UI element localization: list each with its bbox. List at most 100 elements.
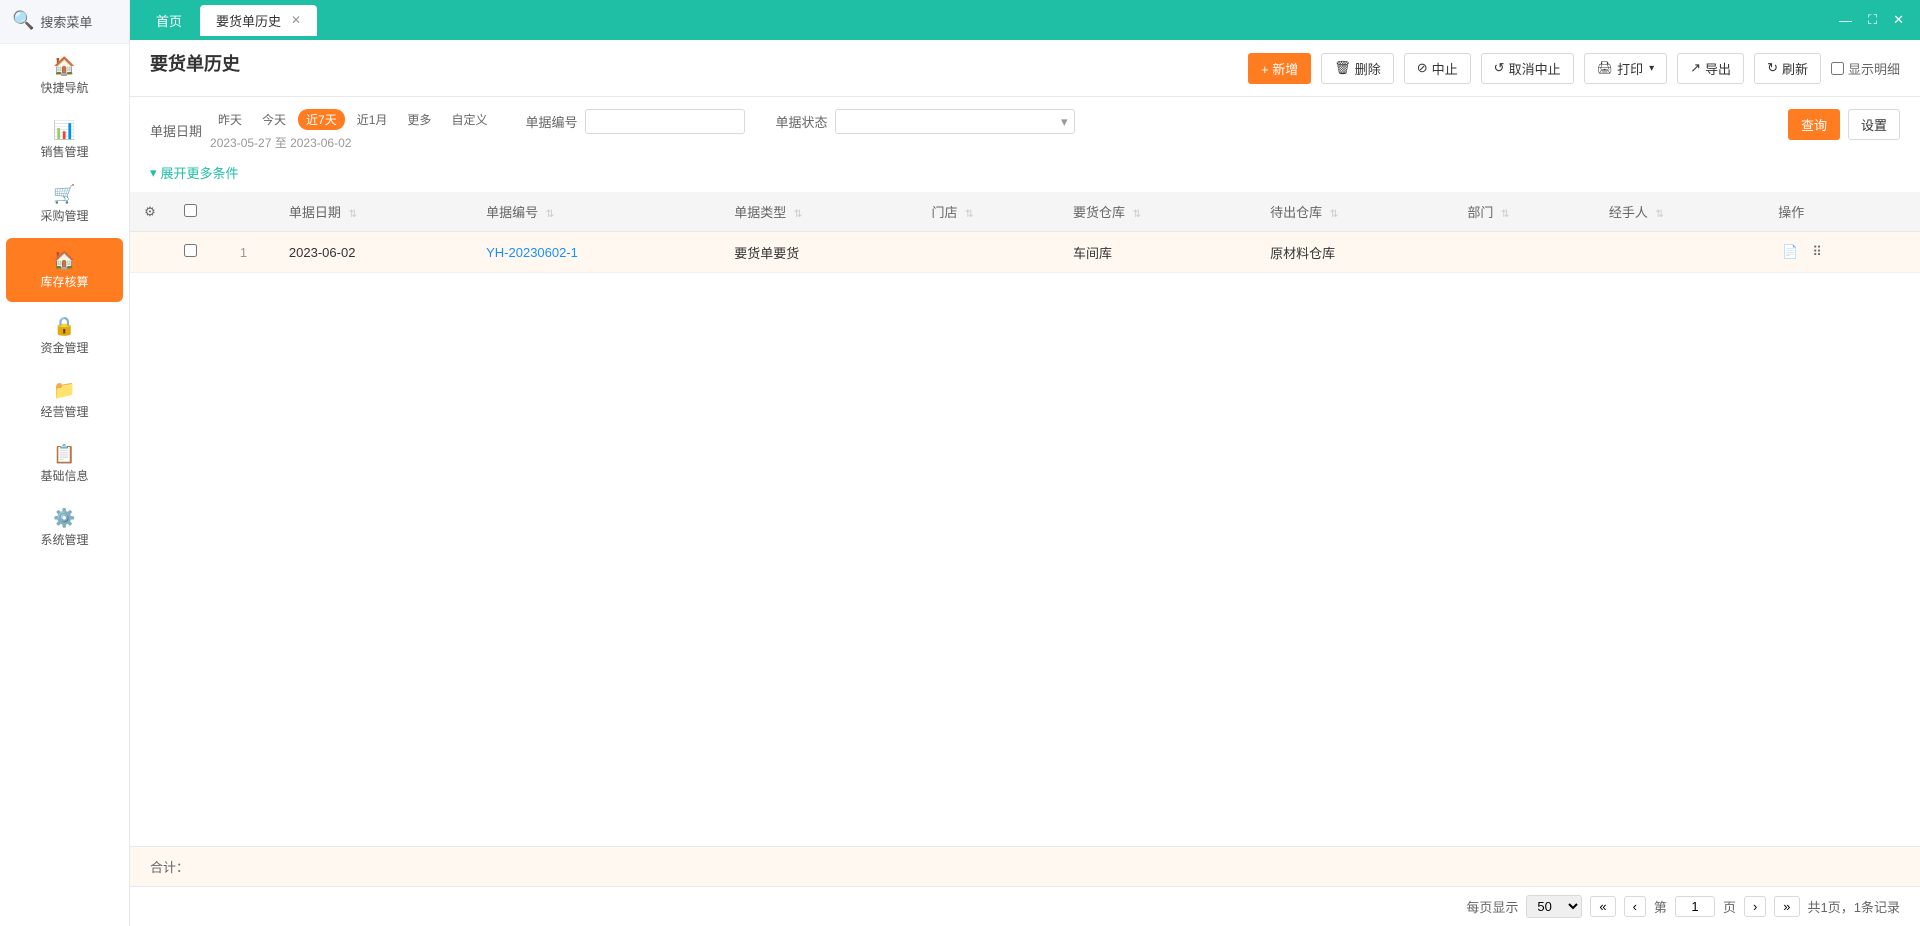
page-input[interactable] (1675, 896, 1715, 917)
export-button[interactable]: ↗ 导出 (1677, 53, 1744, 84)
prev-page-btn[interactable]: ‹ (1624, 896, 1646, 917)
th-doc-date[interactable]: 单据日期 ⇅ (277, 192, 474, 232)
sort-req-warehouse-icon: ⇅ (1133, 209, 1141, 220)
tab-home-label: 首页 (156, 11, 182, 30)
th-checkbox[interactable] (170, 192, 210, 232)
sort-doc-no-icon: ⇅ (546, 209, 554, 220)
doc-no-filter-group: 单据编号 (525, 109, 745, 134)
doc-no-filter-label: 单据编号 (525, 112, 577, 131)
date-btn-yesterday[interactable]: 昨天 (210, 109, 250, 130)
sidebar-item-label-sales-mgmt: 销售管理 (40, 143, 88, 160)
page-title-area: 要货单历史 (150, 50, 240, 86)
sidebar-item-purchase-mgmt[interactable]: 🛒 采购管理 (0, 172, 129, 236)
window-close-btn[interactable]: ✕ (1887, 10, 1910, 30)
filter-main-row: 单据日期 昨天 今天 近7天 近1月 更多 自定义 2023-05-27 至 2… (130, 97, 1920, 151)
query-button[interactable]: 查询 (1788, 109, 1840, 140)
doc-no-link[interactable]: YH-20230602-1 (486, 245, 578, 260)
td-department (1455, 232, 1597, 273)
display-detail-input[interactable] (1831, 62, 1844, 75)
row-checkbox[interactable] (184, 244, 197, 257)
td-doc-no: YH-20230602-1 (474, 232, 722, 273)
tab-close-icon[interactable]: ✕ (291, 13, 301, 27)
th-operations: 操作 (1766, 192, 1920, 232)
date-filter-buttons: 昨天 今天 近7天 近1月 更多 自定义 (210, 109, 495, 130)
td-checkbox[interactable] (170, 232, 210, 273)
print-button[interactable]: 🖨 打印 ▾ (1584, 53, 1668, 84)
th-pending-warehouse[interactable]: 待出仓库 ⇅ (1258, 192, 1455, 232)
th-store[interactable]: 门店 ⇅ (919, 192, 1061, 232)
export-label: 导出 (1705, 59, 1731, 78)
sidebar-item-ops-mgmt[interactable]: 📁 经营管理 (0, 368, 129, 432)
cancel-suspend-button[interactable]: ↺ 取消中止 (1481, 53, 1574, 84)
date-btn-1month[interactable]: 近1月 (349, 109, 396, 130)
content: 要货单历史 + 新增 🗑 删除 ⊘ 中止 ↺ 取消中止 (130, 40, 1920, 926)
td-doc-type: 要货单要货 (722, 232, 919, 273)
filter-section: 单据日期 昨天 今天 近7天 近1月 更多 自定义 2023-05-27 至 2… (130, 97, 1920, 192)
refresh-label: 刷新 (1782, 59, 1808, 78)
sidebar-item-finance-mgmt[interactable]: 🔒 资金管理 (0, 304, 129, 368)
th-doc-type[interactable]: 单据类型 ⇅ (722, 192, 919, 232)
refresh-button[interactable]: ↻ 刷新 (1754, 53, 1821, 84)
row-edit-btn[interactable]: 📄 (1778, 242, 1802, 262)
page-actions: + 新增 🗑 删除 ⊘ 中止 ↺ 取消中止 🖨 打 (1248, 53, 1900, 84)
sidebar-item-quick-nav[interactable]: 🏠 快捷导航 (0, 44, 129, 108)
sidebar-item-base-info[interactable]: 📋 基础信息 (0, 432, 129, 496)
minimize-icon: — (1839, 13, 1852, 28)
sort-handler-icon: ⇅ (1656, 209, 1664, 220)
display-detail-label: 显示明细 (1848, 59, 1900, 78)
td-num: 1 (210, 232, 277, 273)
table-container: ⚙ 单据日期 ⇅ 单据编号 ⇅ (130, 192, 1920, 846)
sidebar-item-label-quick-nav: 快捷导航 (40, 79, 88, 96)
row-more-btn[interactable]: ⠿ (1808, 242, 1826, 262)
new-button[interactable]: + 新增 (1248, 53, 1311, 84)
expand-label: 展开更多条件 (161, 163, 239, 182)
select-all-checkbox[interactable] (184, 204, 197, 217)
display-detail-checkbox[interactable]: 显示明细 (1831, 59, 1900, 78)
delete-button[interactable]: 🗑 删除 (1321, 53, 1394, 84)
date-btn-today[interactable]: 今天 (254, 109, 294, 130)
lock-icon: 🔒 (53, 316, 75, 337)
gear-icon: ⚙️ (53, 508, 75, 529)
th-doc-no[interactable]: 单据编号 ⇅ (474, 192, 722, 232)
sidebar-item-label-finance-mgmt: 资金管理 (40, 339, 88, 356)
first-page-btn[interactable]: « (1590, 896, 1615, 917)
ops-icon: 📁 (53, 380, 75, 401)
td-handler (1597, 232, 1766, 273)
th-req-warehouse[interactable]: 要货仓库 ⇅ (1061, 192, 1258, 232)
status-input[interactable] (835, 109, 1075, 134)
tab-home[interactable]: 首页 (140, 5, 198, 36)
date-btn-more[interactable]: 更多 (399, 109, 439, 130)
td-req-warehouse: 车间库 (1061, 232, 1258, 273)
doc-no-input[interactable] (585, 109, 745, 134)
per-page-label: 每页显示 (1466, 897, 1518, 916)
sidebar-search[interactable]: 🔍 搜索菜单 (0, 0, 129, 44)
expand-icon: ▾ (150, 165, 157, 181)
sidebar-item-sales-mgmt[interactable]: 📊 销售管理 (0, 108, 129, 172)
table-header: ⚙ 单据日期 ⇅ 单据编号 ⇅ (130, 192, 1920, 232)
date-btn-7days[interactable]: 近7天 (298, 109, 345, 130)
suspend-button[interactable]: ⊘ 中止 (1404, 53, 1471, 84)
window-minimize-btn[interactable]: — (1833, 11, 1858, 30)
settings-button[interactable]: 设置 (1848, 109, 1900, 140)
per-page-select[interactable]: 50 100 (1526, 895, 1582, 918)
cart-icon: 🛒 (53, 184, 75, 205)
tab-requisition-history[interactable]: 要货单历史 ✕ (200, 5, 317, 36)
th-department[interactable]: 部门 ⇅ (1455, 192, 1597, 232)
inventory-icon: 🏠 (53, 250, 75, 271)
suspend-label: 中止 (1432, 59, 1458, 78)
th-settings[interactable]: ⚙ (130, 192, 170, 232)
next-page-btn[interactable]: › (1744, 896, 1766, 917)
last-page-btn[interactable]: » (1774, 896, 1799, 917)
td-store (919, 232, 1061, 273)
sort-department-icon: ⇅ (1501, 209, 1509, 220)
window-maximize-btn[interactable]: ⛶ (1862, 10, 1883, 30)
sidebar-item-sys-mgmt[interactable]: ⚙️ 系统管理 (0, 496, 129, 560)
cancel-suspend-label: 取消中止 (1509, 59, 1561, 78)
status-filter-label: 单据状态 (775, 112, 827, 131)
sidebar-item-inventory[interactable]: 🏠 库存核算 (6, 238, 123, 302)
th-handler[interactable]: 经手人 ⇅ (1597, 192, 1766, 232)
date-filter-group: 单据日期 昨天 今天 近7天 近1月 更多 自定义 2023-05-27 至 2… (150, 109, 495, 151)
expand-filter-btn[interactable]: ▾ 展开更多条件 (150, 163, 1900, 182)
page-suffix: 页 (1723, 897, 1736, 916)
date-btn-custom[interactable]: 自定义 (443, 109, 495, 130)
